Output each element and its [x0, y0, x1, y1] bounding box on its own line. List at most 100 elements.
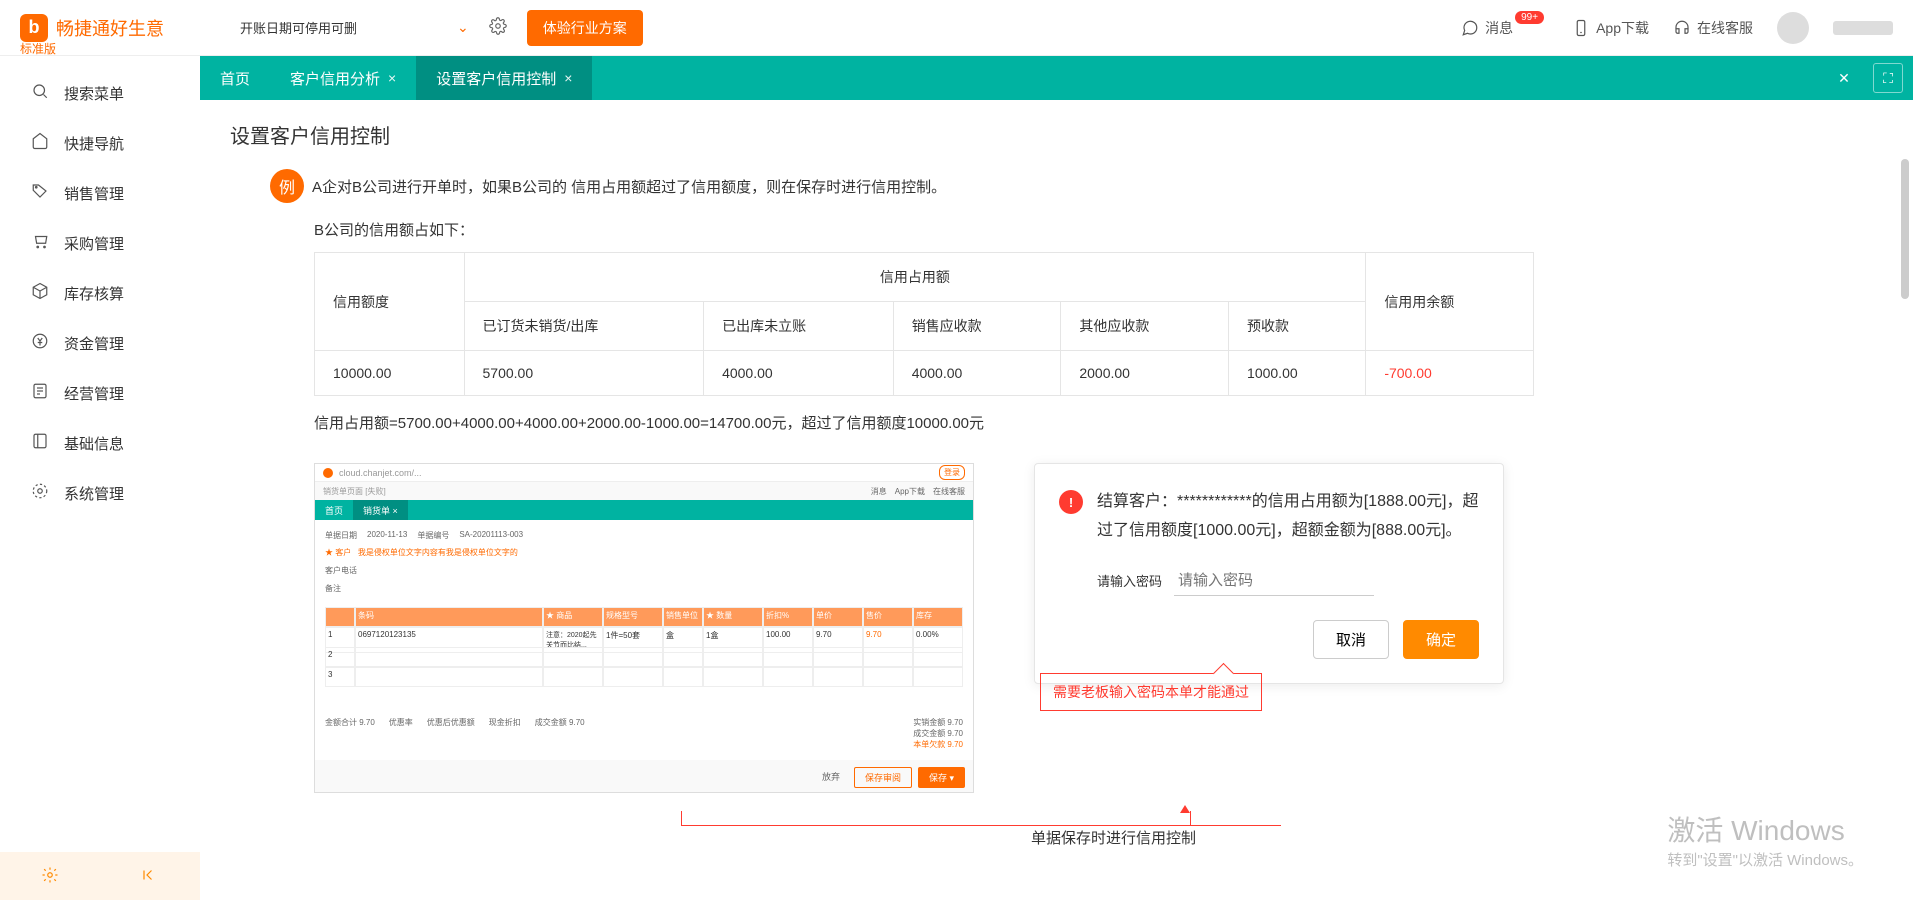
dialog-message: 结算客户：************的信用占用额为[1888.00元]，超过了信用…: [1097, 488, 1479, 546]
th-limit: 信用额度: [315, 253, 465, 351]
content-area: 例 A企对B公司进行开单时，如果B公司的 信用占用额超过了信用额度，则在保存时进…: [200, 149, 1913, 900]
th-c1: 已订货未销货/出库: [464, 302, 704, 351]
sidebar-item-operation[interactable]: 经营管理: [0, 368, 200, 418]
main: 首页 客户信用分析 × 设置客户信用控制 × ✕ ⛶ 设置客户信用控制 例 A企对B…: [200, 56, 1913, 900]
sidebar-item-label: 基础信息: [64, 433, 124, 454]
sidebar-item-basic[interactable]: 基础信息: [0, 418, 200, 468]
sub-text: B公司的信用额占如下：: [314, 219, 1843, 240]
close-icon[interactable]: ×: [388, 70, 396, 86]
sidebar-item-label: 系统管理: [64, 483, 124, 504]
messages-badge: 99+: [1515, 11, 1544, 24]
th-c3: 销售应收款: [893, 302, 1061, 351]
td-balance: -700.00: [1366, 351, 1534, 396]
cart-icon: [30, 232, 50, 254]
tab-bar: 首页 客户信用分析 × 设置客户信用控制 × ✕ ⛶: [200, 56, 1913, 100]
sidebar: 搜索菜单 快捷导航 销售管理 采购管理 库存核算 资金管理 经营管理 基础信息 …: [0, 56, 200, 900]
sidebar-item-label: 搜索菜单: [64, 83, 124, 104]
brand-edition: 标准版: [20, 40, 56, 57]
messages-button[interactable]: 消息 99+: [1461, 18, 1548, 38]
system-icon: [30, 482, 50, 504]
credit-warning-dialog: ! 结算客户：************的信用占用额为[1888.00元]，超过了…: [1034, 463, 1504, 684]
th-c4: 其他应收款: [1061, 302, 1229, 351]
td-v4: 2000.00: [1061, 351, 1229, 396]
logo-icon: b: [20, 14, 48, 42]
warning-icon: !: [1059, 490, 1083, 514]
dropdown-label: 开账日期可停用可删: [240, 18, 357, 37]
sidebar-item-funds[interactable]: 资金管理: [0, 318, 200, 368]
td-v2: 4000.00: [704, 351, 894, 396]
ok-button[interactable]: 确定: [1403, 620, 1479, 659]
password-label: 请输入密码: [1097, 571, 1162, 590]
sidebar-item-label: 销售管理: [64, 183, 124, 204]
support-button[interactable]: 在线客服: [1673, 18, 1753, 38]
info-icon: [30, 432, 50, 454]
caption-text: 单据保存时进行信用控制: [1031, 827, 1196, 848]
voucher-screenshot: cloud.chanjet.com/...登录 销货单页面 [失败]消息App下…: [314, 463, 974, 793]
brand-name: 畅捷通好生意: [56, 15, 164, 41]
top-bar: b 畅捷通好生意 标准版 开账日期可停用可删 ⌄ 体验行业方案 消息 99+ A…: [0, 0, 1913, 56]
page-title: 设置客户信用控制: [200, 100, 1913, 149]
tab-label: 客户信用分析: [290, 68, 380, 89]
example-row: 例 A企对B公司进行开单时，如果B公司的 信用占用额超过了信用额度，则在保存时进…: [270, 169, 1843, 203]
tag-icon: [30, 182, 50, 204]
td-v5: 1000.00: [1229, 351, 1366, 396]
tab-credit-control[interactable]: 设置客户信用控制 ×: [416, 56, 592, 100]
red-note: 需要老板输入密码本单才能通过: [1040, 673, 1262, 711]
td-limit: 10000.00: [315, 351, 465, 396]
search-icon: [30, 82, 50, 104]
home-icon: [30, 132, 50, 154]
formula-text: 信用占用额=5700.00+4000.00+4000.00+2000.00-10…: [314, 412, 1843, 433]
caption-row: 单据保存时进行信用控制: [870, 803, 1843, 848]
sidebar-item-purchase[interactable]: 采购管理: [0, 218, 200, 268]
avatar[interactable]: [1777, 12, 1809, 44]
password-input[interactable]: [1174, 566, 1374, 596]
example-badge: 例: [270, 169, 304, 203]
cancel-button[interactable]: 取消: [1313, 620, 1389, 659]
headset-icon: [1673, 19, 1691, 37]
report-icon: [30, 382, 50, 404]
th-c5: 预收款: [1229, 302, 1366, 351]
table-row: 10000.00 5700.00 4000.00 4000.00 2000.00…: [315, 351, 1534, 396]
td-v3: 4000.00: [893, 351, 1061, 396]
example-text: A企对B公司进行开单时，如果B公司的 信用占用额超过了信用额度，则在保存时进行信…: [312, 176, 946, 197]
cta-button[interactable]: 体验行业方案: [527, 10, 643, 46]
app-label: App下载: [1596, 18, 1649, 38]
illustration-row: cloud.chanjet.com/...登录 销货单页面 [失败]消息App下…: [314, 463, 1843, 793]
top-right: 消息 99+ App下载 在线客服: [1461, 12, 1893, 44]
chevron-down-icon: ⌄: [457, 19, 469, 36]
phone-icon: [1572, 19, 1590, 37]
sidebar-item-label: 快捷导航: [64, 133, 124, 154]
scrollbar[interactable]: [1899, 149, 1911, 900]
th-c2: 已出库未立账: [704, 302, 894, 351]
sidebar-item-label: 采购管理: [64, 233, 124, 254]
sidebar-item-label: 经营管理: [64, 383, 124, 404]
user-name-placeholder: [1833, 21, 1893, 35]
support-label: 在线客服: [1697, 18, 1753, 38]
app-download-button[interactable]: App下载: [1572, 18, 1649, 38]
sidebar-item-inventory[interactable]: 库存核算: [0, 268, 200, 318]
sidebar-item-label: 资金管理: [64, 333, 124, 354]
close-all-tabs-button[interactable]: ✕: [1829, 63, 1859, 93]
tab-home[interactable]: 首页: [200, 56, 270, 100]
th-balance: 信用用余额: [1366, 253, 1534, 351]
red-connector-line: [881, 825, 1281, 826]
account-period-dropdown[interactable]: 开账日期可停用可删 ⌄: [240, 18, 469, 37]
collapse-icon[interactable]: [141, 866, 159, 887]
tab-credit-analysis[interactable]: 客户信用分析 ×: [270, 56, 416, 100]
sidebar-item-search[interactable]: 搜索菜单: [0, 68, 200, 118]
tab-label: 首页: [220, 68, 250, 89]
money-icon: [30, 332, 50, 354]
messages-label: 消息: [1485, 18, 1513, 38]
logo-area: b 畅捷通好生意: [20, 14, 200, 42]
credit-table: 信用额度 信用占用额 信用用余额 已订货未销货/出库 已出库未立账 销售应收款 …: [314, 252, 1534, 396]
sidebar-item-sales[interactable]: 销售管理: [0, 168, 200, 218]
close-icon[interactable]: ×: [564, 70, 572, 86]
sidebar-item-system[interactable]: 系统管理: [0, 468, 200, 518]
sidebar-item-quicknav[interactable]: 快捷导航: [0, 118, 200, 168]
tab-label: 设置客户信用控制: [436, 68, 556, 89]
settings-icon[interactable]: [41, 866, 59, 887]
fullscreen-button[interactable]: ⛶: [1873, 63, 1903, 93]
th-occupy: 信用占用额: [464, 253, 1366, 302]
message-icon: [1461, 19, 1479, 37]
gear-icon[interactable]: [489, 17, 507, 38]
